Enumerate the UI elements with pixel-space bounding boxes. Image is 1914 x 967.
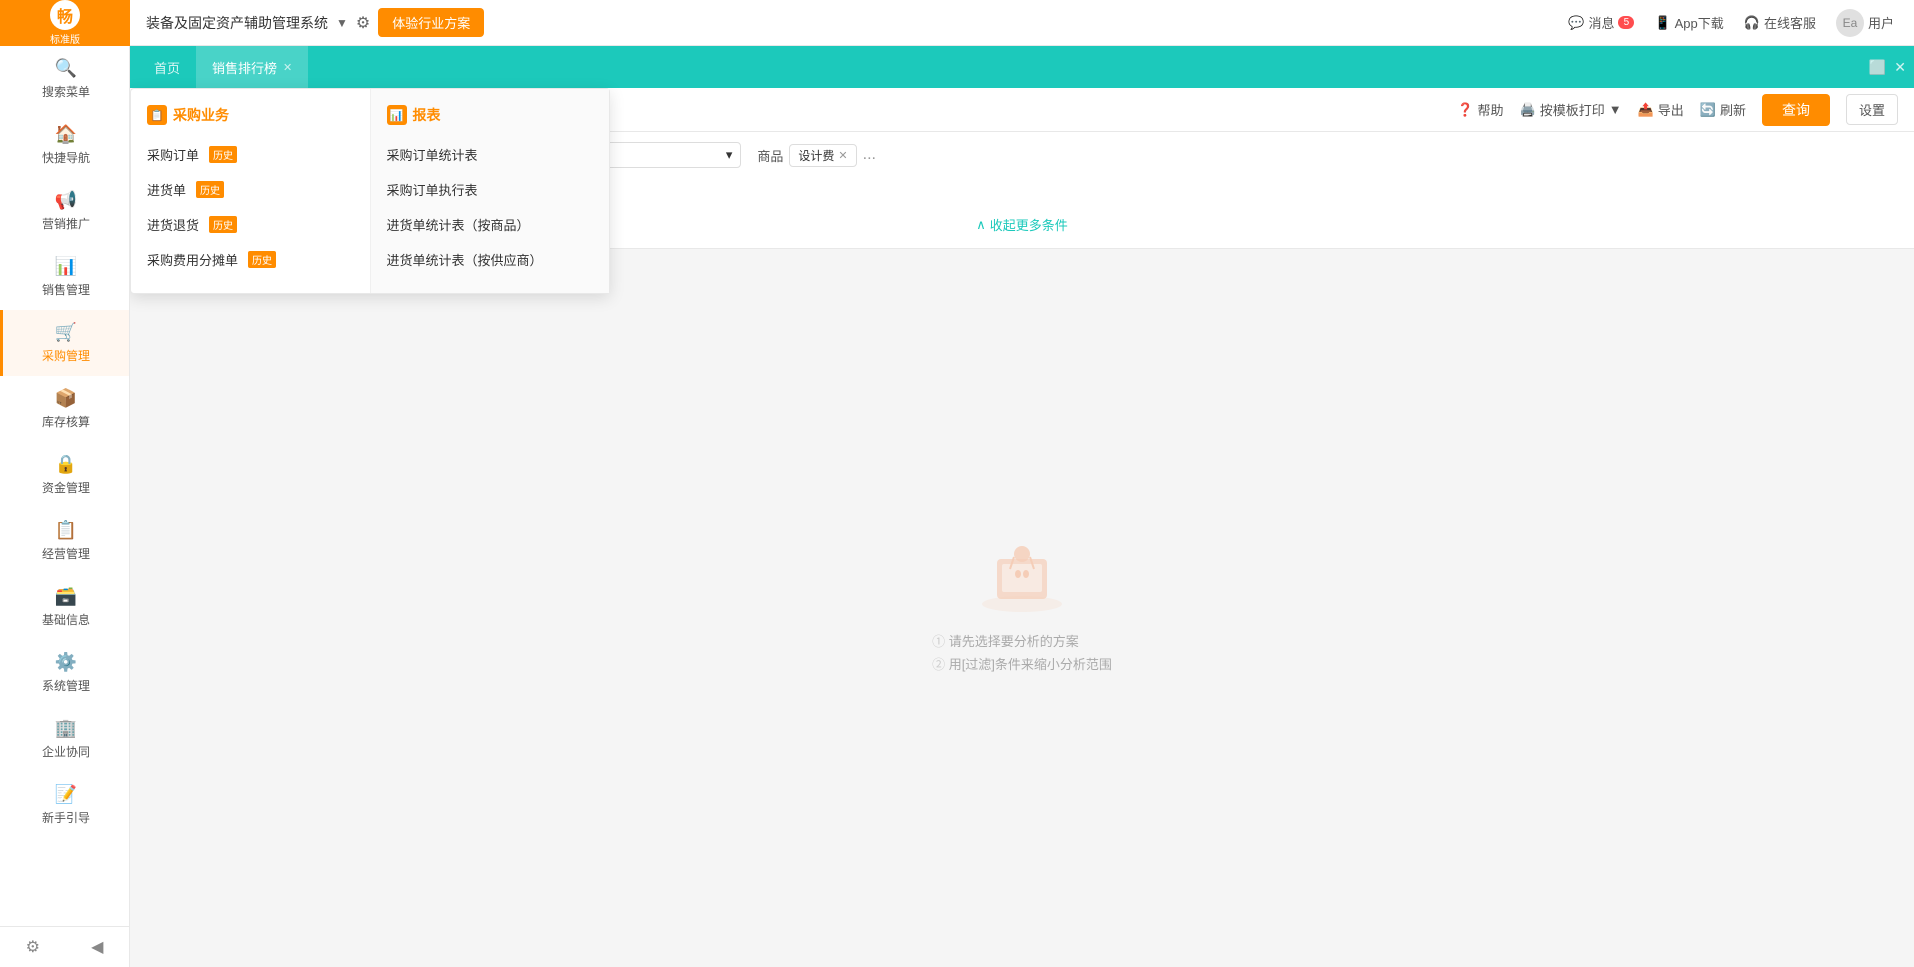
empty-illustration xyxy=(972,539,1072,619)
filter-goods-item: 商品 设计费 ✕ ... xyxy=(757,144,876,167)
sidebar-item-base-info[interactable]: 🗃️ 基础信息 xyxy=(0,574,129,640)
sidebar-item-purchase[interactable]: 🛒 采购管理 xyxy=(0,310,129,376)
settings-icon-button[interactable]: ⚙ xyxy=(356,13,370,33)
system-title: 装备及固定资产辅助管理系统 xyxy=(146,13,328,33)
message-action[interactable]: 💬 消息 5 xyxy=(1568,13,1634,32)
dropdown-report-col: 📊 报表 采购订单统计表 采购订单执行表 进货单统计表（按商品） 进货单统计表（… xyxy=(370,89,610,293)
empty-state: 请先选择要分析的方案 用[过滤]条件来缩小分析范围 xyxy=(130,249,1914,967)
sidebar-item-search[interactable]: 🔍 搜索菜单 xyxy=(0,46,129,112)
enterprise-icon: 🏢 xyxy=(55,718,77,739)
dropdown-item-order-stat[interactable]: 采购订单统计表 xyxy=(387,137,594,172)
operations-icon: 📋 xyxy=(55,520,77,541)
main-layout: 🔍 搜索菜单 🏠 快捷导航 📢 营销推广 📊 销售管理 🛒 采购管理 📦 库存核… xyxy=(0,46,1914,967)
tab-close-window-icon[interactable]: ✕ xyxy=(1894,59,1906,76)
message-icon: 💬 xyxy=(1568,15,1584,31)
goods-dots[interactable]: ... xyxy=(863,146,876,164)
sidebar-item-guide[interactable]: 📝 新手引导 xyxy=(0,772,129,838)
collapse-button[interactable]: ∧ 收起更多条件 xyxy=(976,215,1068,234)
base-info-icon: 🗃️ xyxy=(55,586,77,607)
user-action[interactable]: Ea 用户 xyxy=(1836,9,1894,37)
message-badge: 5 xyxy=(1618,16,1634,29)
sidebar-item-operations[interactable]: 📋 经营管理 xyxy=(0,508,129,574)
dropdown-purchase-title: 📋 采购业务 xyxy=(147,105,354,125)
empty-tip-1: 请先选择要分析的方案 xyxy=(932,631,1112,650)
history-badge-3: 历史 xyxy=(209,216,237,233)
empty-tips: 请先选择要分析的方案 用[过滤]条件来缩小分析范围 xyxy=(932,631,1112,677)
dropdown-item-stock-in[interactable]: 进货单 历史 xyxy=(147,172,354,207)
dropdown-item-expense[interactable]: 采购费用分摊单 历史 xyxy=(147,242,354,277)
collapse-icon: ∧ xyxy=(976,217,986,233)
print-icon: 🖨️ xyxy=(1520,102,1536,118)
dropdown-item-order-exec[interactable]: 采购订单执行表 xyxy=(387,172,594,207)
online-service-action[interactable]: 🎧 在线客服 xyxy=(1744,13,1816,32)
tab-close-icon[interactable]: ✕ xyxy=(283,61,292,74)
tab-maximize-icon[interactable]: ⬜ xyxy=(1869,59,1886,76)
history-badge-1: 历史 xyxy=(209,146,237,163)
print-dropdown-icon: ▼ xyxy=(1609,102,1622,117)
dropdown-item-stock-stat-goods[interactable]: 进货单统计表（按商品） xyxy=(387,207,594,242)
marketing-icon: 📢 xyxy=(55,190,77,211)
print-button[interactable]: 🖨️ 按模板打印 ▼ xyxy=(1520,100,1622,119)
logo-icon: 畅 xyxy=(50,0,80,30)
purchase-icon: 🛒 xyxy=(55,322,77,343)
tab-sales-rank[interactable]: 销售排行榜 ✕ xyxy=(196,46,308,88)
help-button[interactable]: ❓ 帮助 xyxy=(1457,100,1503,119)
dropdown-menu: 📋 采购业务 采购订单 历史 进货单 历史 进货退货 历史 采购费用分摊单 xyxy=(130,88,610,294)
sidebar-settings-button[interactable]: ⚙ xyxy=(26,937,40,957)
sidebar-item-quick-nav[interactable]: 🏠 快捷导航 xyxy=(0,112,129,178)
logo-text: 标准版 xyxy=(50,31,80,46)
empty-tip-2: 用[过滤]条件来缩小分析范围 xyxy=(932,654,1112,673)
help-icon: ❓ xyxy=(1457,102,1473,118)
chevron-down-icon: ▾ xyxy=(726,147,733,163)
goods-tag-close-icon[interactable]: ✕ xyxy=(838,149,847,162)
inventory-icon: 📦 xyxy=(55,388,77,409)
avatar: Ea xyxy=(1836,9,1864,37)
sidebar-bottom: ⚙ ◀ xyxy=(0,926,129,967)
content-area: 首页 销售排行榜 ✕ ⬜ ✕ ❓ 帮助 🖨️ 按模板打印 ▼ 📤 xyxy=(130,46,1914,967)
tabs-bar: 首页 销售排行榜 ✕ ⬜ ✕ xyxy=(130,46,1914,88)
dropdown-item-stock-stat-supplier[interactable]: 进货单统计表（按供应商） xyxy=(387,242,594,277)
system-dropdown-button[interactable]: ▼ xyxy=(336,16,348,30)
sales-icon: 📊 xyxy=(55,256,77,277)
sidebar-item-sales[interactable]: 📊 销售管理 xyxy=(0,244,129,310)
sidebar-item-marketing[interactable]: 📢 营销推广 xyxy=(0,178,129,244)
refresh-button[interactable]: 🔄 刷新 xyxy=(1700,100,1746,119)
goods-tag[interactable]: 设计费 ✕ xyxy=(789,144,856,167)
sidebar-item-enterprise[interactable]: 🏢 企业协同 xyxy=(0,706,129,772)
sidebar-collapse-button[interactable]: ◀ xyxy=(91,937,103,957)
refresh-icon: 🔄 xyxy=(1700,102,1716,118)
page-settings-button[interactable]: 设置 xyxy=(1846,94,1898,125)
system-icon: ⚙️ xyxy=(55,652,77,673)
top-header: 畅 标准版 装备及固定资产辅助管理系统 ▼ ⚙ 体验行业方案 💬 消息 5 📱 … xyxy=(0,0,1914,46)
export-button[interactable]: 📤 导出 xyxy=(1638,100,1684,119)
industry-plan-button[interactable]: 体验行业方案 xyxy=(378,8,484,37)
headset-icon: 🎧 xyxy=(1744,15,1760,31)
report-section-icon: 📊 xyxy=(387,105,407,125)
finance-icon: 🔒 xyxy=(55,454,77,475)
export-icon: 📤 xyxy=(1638,102,1654,118)
sidebar-item-inventory[interactable]: 📦 库存核算 xyxy=(0,376,129,442)
purchase-section-icon: 📋 xyxy=(147,105,167,125)
header-middle: 装备及固定资产辅助管理系统 ▼ ⚙ 体验行业方案 xyxy=(130,8,1568,37)
sidebar: 🔍 搜索菜单 🏠 快捷导航 📢 营销推广 📊 销售管理 🛒 采购管理 📦 库存核… xyxy=(0,46,130,967)
sidebar-item-system[interactable]: ⚙️ 系统管理 xyxy=(0,640,129,706)
home-icon: 🏠 xyxy=(55,124,77,145)
dropdown-item-purchase-order[interactable]: 采购订单 历史 xyxy=(147,137,354,172)
tabs-right-buttons: ⬜ ✕ xyxy=(1869,59,1906,76)
query-button[interactable]: 查询 xyxy=(1762,94,1830,126)
tab-home[interactable]: 首页 xyxy=(138,46,196,88)
logo-area: 畅 标准版 xyxy=(0,0,130,46)
dropdown-purchase-col: 📋 采购业务 采购订单 历史 进货单 历史 进货退货 历史 采购费用分摊单 xyxy=(131,89,370,293)
dropdown-item-return[interactable]: 进货退货 历史 xyxy=(147,207,354,242)
header-right: 💬 消息 5 📱 App下载 🎧 在线客服 Ea 用户 xyxy=(1568,9,1914,37)
mobile-icon: 📱 xyxy=(1654,15,1670,31)
history-badge-2: 历史 xyxy=(196,181,224,198)
dropdown-report-title: 📊 报表 xyxy=(387,105,594,125)
app-download-action[interactable]: 📱 App下载 xyxy=(1654,13,1723,32)
search-icon: 🔍 xyxy=(55,58,77,79)
sidebar-item-finance[interactable]: 🔒 资金管理 xyxy=(0,442,129,508)
history-badge-4: 历史 xyxy=(248,251,276,268)
guide-icon: 📝 xyxy=(55,784,77,805)
